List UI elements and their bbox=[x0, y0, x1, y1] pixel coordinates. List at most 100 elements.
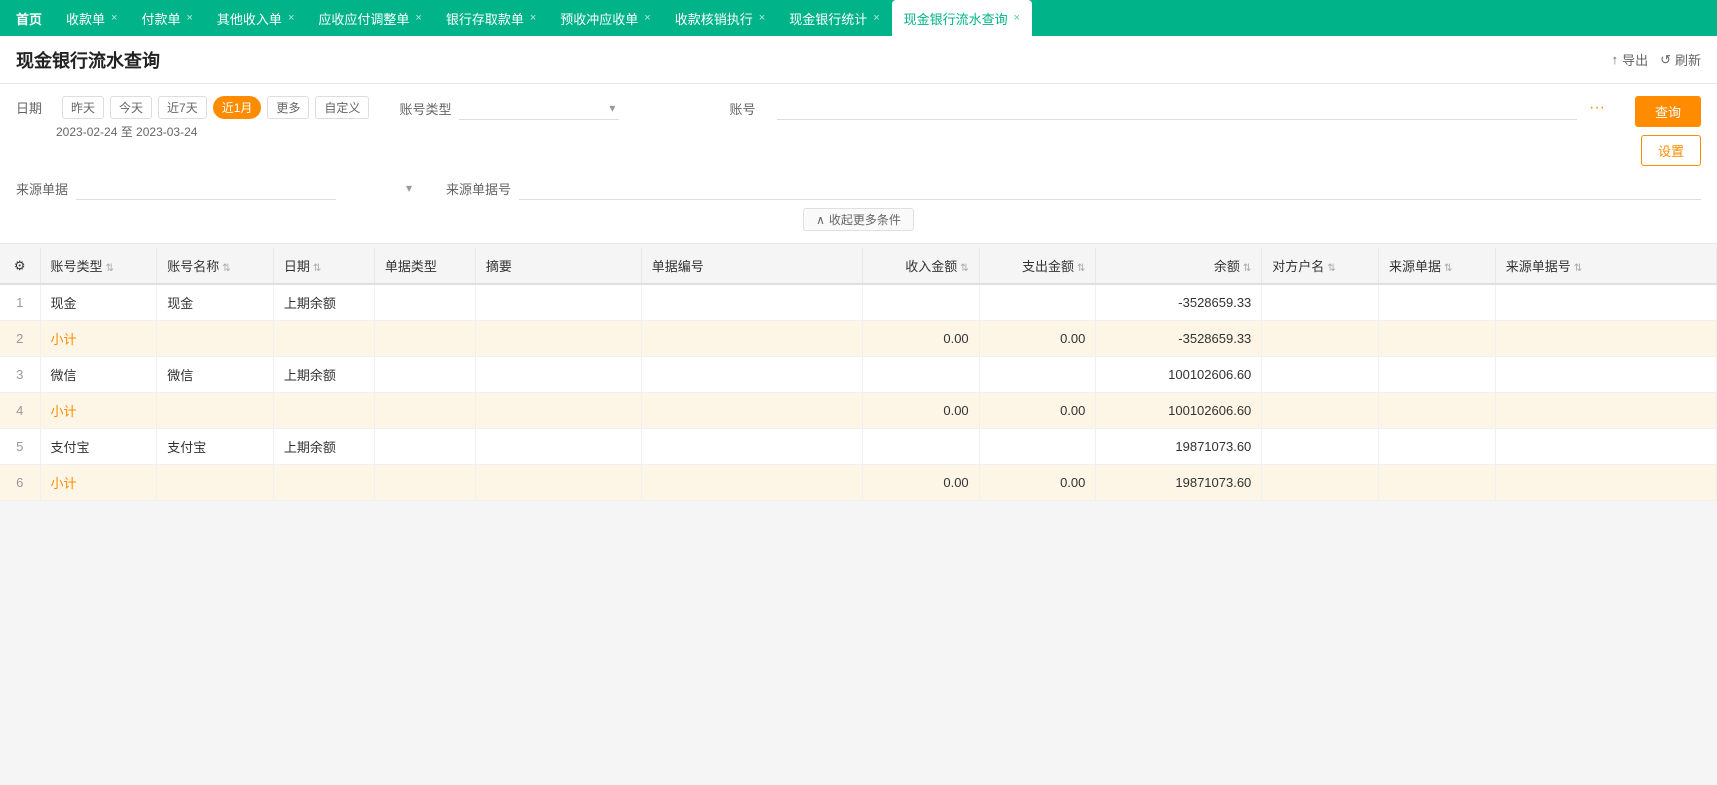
account-input[interactable] bbox=[777, 96, 1577, 120]
date-btn-7days[interactable]: 近7天 bbox=[158, 96, 207, 119]
cell-source-doc-num bbox=[1495, 393, 1716, 429]
cell-account-type: 小计 bbox=[40, 465, 157, 501]
header-actions: ↑ 导出 ↺ 刷新 bbox=[1612, 50, 1701, 69]
col-summary[interactable]: 摘要 bbox=[475, 248, 641, 284]
cell-doc-num bbox=[641, 284, 862, 321]
date-options-group: 昨天 今天 近7天 近1月 更多 自定义 bbox=[62, 96, 369, 119]
cell-counterpart bbox=[1262, 357, 1379, 393]
source-doc-filter: 来源单据 bbox=[16, 176, 416, 200]
sort-icon: ⇅ bbox=[1243, 263, 1251, 274]
row-number: 3 bbox=[0, 357, 40, 393]
col-income[interactable]: 收入金额⇅ bbox=[862, 248, 979, 284]
settings-button[interactable]: 设置 bbox=[1641, 135, 1701, 166]
top-navigation: 首页 收款单 × 付款单 × 其他收入单 × 应收应付调整单 × 银行存取款单 … bbox=[0, 0, 1717, 36]
nav-tab-xianjinyinhang[interactable]: 现金银行统计 × bbox=[777, 0, 891, 36]
source-doc-label: 来源单据 bbox=[16, 179, 68, 198]
refresh-button[interactable]: ↺ 刷新 bbox=[1660, 50, 1701, 69]
date-btn-custom[interactable]: 自定义 bbox=[315, 96, 369, 119]
close-icon[interactable]: × bbox=[111, 12, 117, 24]
cell-source-doc bbox=[1379, 465, 1496, 501]
data-table: ⚙ 账号类型⇅ 账号名称⇅ 日期⇅ 单据类型 摘要 单据编号 bbox=[0, 248, 1717, 501]
page-title: 现金银行流水查询 bbox=[16, 47, 160, 73]
close-icon[interactable]: × bbox=[415, 12, 421, 24]
date-btn-more[interactable]: 更多 bbox=[267, 96, 309, 119]
cell-account-type: 支付宝 bbox=[40, 429, 157, 465]
cell-account-name: 微信 bbox=[157, 357, 274, 393]
cell-date bbox=[273, 393, 374, 429]
nav-tab-fukuandan[interactable]: 付款单 × bbox=[129, 0, 204, 36]
col-balance[interactable]: 余额⇅ bbox=[1096, 248, 1262, 284]
date-btn-1month[interactable]: 近1月 bbox=[213, 96, 262, 119]
row-number: 5 bbox=[0, 429, 40, 465]
table-header-row: ⚙ 账号类型⇅ 账号名称⇅ 日期⇅ 单据类型 摘要 单据编号 bbox=[0, 248, 1717, 284]
close-icon[interactable]: × bbox=[759, 12, 765, 24]
nav-tab-yingshouyingfu[interactable]: 应收应付调整单 × bbox=[306, 0, 433, 36]
col-source-doc[interactable]: 来源单据⇅ bbox=[1379, 248, 1496, 284]
cell-doc-num bbox=[641, 321, 862, 357]
col-date[interactable]: 日期⇅ bbox=[273, 248, 374, 284]
cell-summary bbox=[475, 284, 641, 321]
close-icon[interactable]: × bbox=[530, 12, 536, 24]
close-icon[interactable]: × bbox=[186, 12, 192, 24]
account-type-filter: 账号类型 现金 微信 支付宝 bbox=[399, 96, 699, 120]
col-expense[interactable]: 支出金额⇅ bbox=[979, 248, 1096, 284]
nav-tab-shoukuandan[interactable]: 收款单 × bbox=[54, 0, 129, 36]
collapse-row: ∧ 收起更多条件 bbox=[16, 208, 1701, 231]
cell-account-type: 小计 bbox=[40, 321, 157, 357]
cell-balance: 100102606.60 bbox=[1096, 393, 1262, 429]
row-number: 6 bbox=[0, 465, 40, 501]
row-number: 1 bbox=[0, 284, 40, 321]
cell-doc-num bbox=[641, 465, 862, 501]
nav-tab-yinhangcunqu[interactable]: 银行存取款单 × bbox=[434, 0, 548, 36]
col-counterpart[interactable]: 对方户名⇅ bbox=[1262, 248, 1379, 284]
filter-area: 日期 昨天 今天 近7天 近1月 更多 自定义 2023-02-24 至 202… bbox=[0, 84, 1717, 244]
source-doc-num-label: 来源单据号 bbox=[446, 179, 511, 198]
cell-income bbox=[862, 429, 979, 465]
col-account-type[interactable]: 账号类型⇅ bbox=[40, 248, 157, 284]
export-button[interactable]: ↑ 导出 bbox=[1612, 50, 1649, 69]
nav-tab-shoukuanhexiao[interactable]: 收款核销执行 × bbox=[663, 0, 777, 36]
close-icon[interactable]: × bbox=[1014, 12, 1020, 24]
cell-account-name bbox=[157, 393, 274, 429]
nav-tab-yushouyingying[interactable]: 预收冲应收单 × bbox=[548, 0, 662, 36]
col-source-doc-num[interactable]: 来源单据号⇅ bbox=[1495, 248, 1716, 284]
col-doc-num[interactable]: 单据编号 bbox=[641, 248, 862, 284]
cell-account-type: 微信 bbox=[40, 357, 157, 393]
sort-icon: ⇅ bbox=[960, 263, 968, 274]
account-type-select[interactable]: 现金 微信 支付宝 bbox=[459, 96, 619, 120]
cell-balance: 100102606.60 bbox=[1096, 357, 1262, 393]
cell-source-doc-num bbox=[1495, 465, 1716, 501]
query-button[interactable]: 查询 bbox=[1635, 96, 1701, 127]
cell-doc-num bbox=[641, 357, 862, 393]
cell-date bbox=[273, 465, 374, 501]
source-doc-num-input[interactable] bbox=[519, 176, 1701, 200]
col-account-name[interactable]: 账号名称⇅ bbox=[157, 248, 274, 284]
date-btn-yesterday[interactable]: 昨天 bbox=[62, 96, 104, 119]
table-row: 5支付宝支付宝上期余额19871073.60 bbox=[0, 429, 1717, 465]
col-settings[interactable]: ⚙ bbox=[0, 248, 40, 284]
cell-income: 0.00 bbox=[862, 321, 979, 357]
date-btn-today[interactable]: 今天 bbox=[110, 96, 152, 119]
action-buttons: 查询 设置 bbox=[1635, 96, 1701, 166]
sort-icon: ⇅ bbox=[313, 263, 321, 274]
cell-doc-type bbox=[374, 465, 475, 501]
cell-income bbox=[862, 284, 979, 321]
close-icon[interactable]: × bbox=[873, 12, 879, 24]
cell-income: 0.00 bbox=[862, 465, 979, 501]
nav-home[interactable]: 首页 bbox=[4, 0, 54, 36]
nav-tab-liushui[interactable]: 现金银行流水查询 × bbox=[892, 0, 1032, 36]
sort-icon: ⇅ bbox=[106, 263, 114, 274]
col-doc-type[interactable]: 单据类型 bbox=[374, 248, 475, 284]
cell-counterpart bbox=[1262, 465, 1379, 501]
more-options-icon[interactable]: ··· bbox=[1589, 99, 1605, 117]
cell-balance: -3528659.33 bbox=[1096, 321, 1262, 357]
close-icon[interactable]: × bbox=[644, 12, 650, 24]
source-doc-select[interactable] bbox=[76, 176, 336, 200]
collapse-button[interactable]: ∧ 收起更多条件 bbox=[803, 208, 914, 231]
cell-summary bbox=[475, 321, 641, 357]
cell-balance: 19871073.60 bbox=[1096, 465, 1262, 501]
cell-doc-num bbox=[641, 393, 862, 429]
page-header: 现金银行流水查询 ↑ 导出 ↺ 刷新 bbox=[0, 36, 1717, 84]
close-icon[interactable]: × bbox=[288, 12, 294, 24]
nav-tab-qitashouru[interactable]: 其他收入单 × bbox=[205, 0, 306, 36]
